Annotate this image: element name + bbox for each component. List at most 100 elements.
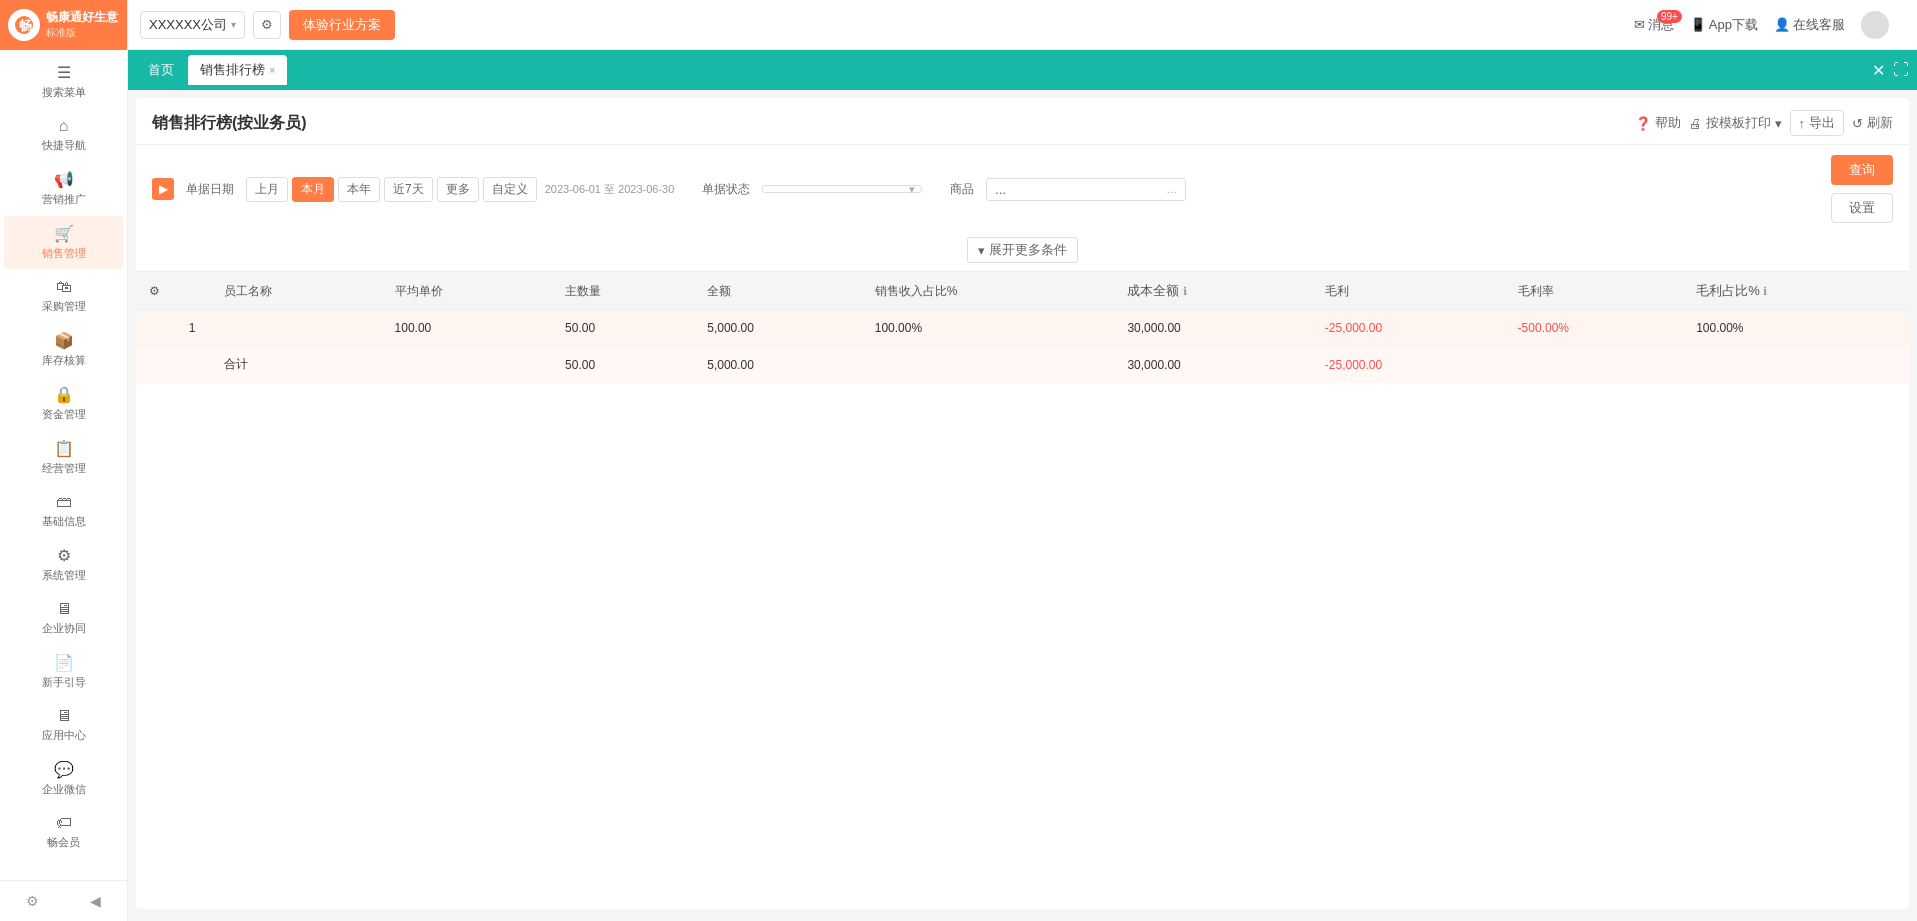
tabbar: 首页 销售排行榜 × ✕ ⛶ [128,50,1917,90]
settings-button[interactable]: 设置 [1831,193,1893,223]
sidebar-item-basic-info[interactable]: 🗃 基础信息 [4,485,123,537]
sidebar-item-label: 系统管理 [42,568,86,583]
summary-label: 合计 [212,346,383,384]
sidebar-item-app-center[interactable]: 🖥 应用中心 [4,699,123,751]
sidebar-item-label: 采购管理 [42,299,86,314]
goods-more-icon[interactable]: … [1166,183,1177,195]
sidebar-item-system[interactable]: ⚙ 系统管理 [4,538,123,591]
sidebar-item-operation[interactable]: 📋 经营管理 [4,431,123,484]
main-area: XXXXXX公司 ▾ ⚙ 体验行业方案 ✉ 消息 99+ 📱 App下载 👤 在… [128,0,1917,921]
online-service-btn[interactable]: 👤 在线客服 [1774,16,1845,34]
sidebar-item-finance[interactable]: 🔒 资金管理 [4,377,123,430]
marketing-icon: 📢 [54,170,74,189]
sidebar-item-member[interactable]: 🏷 畅会员 [4,806,123,858]
status-label: 单据状态 [702,181,750,198]
custom-date-btn[interactable]: 自定义 [483,177,537,202]
goods-input[interactable]: ... … [986,178,1186,201]
print-btn[interactable]: 🖨 按模板打印 ▾ [1689,114,1782,132]
tabbar-right: ✕ ⛶ [1872,61,1909,80]
cost-help-icon[interactable]: ℹ [1183,285,1187,297]
window-max-btn[interactable]: ⛶ [1893,61,1909,79]
refresh-btn[interactable]: ↺ 刷新 [1852,114,1893,132]
sidebar-item-purchase[interactable]: 🛍 采购管理 [4,270,123,322]
cell-rank: 1 [172,311,212,346]
service-icon: 👤 [1774,17,1790,32]
page-actions: ❓ 帮助 🖨 按模板打印 ▾ ↑ 导出 ↺ 刷新 [1635,110,1894,136]
sidebar-item-label: 企业协同 [42,621,86,636]
more-date-btn[interactable]: 更多 [437,177,479,202]
wechat-icon: 💬 [54,760,74,779]
tab-home[interactable]: 首页 [136,55,186,85]
expand-conditions-btn[interactable]: ▾ 展开更多条件 [967,237,1078,263]
this-year-btn[interactable]: 本年 [338,177,380,202]
table-header: ⚙ 员工名称 平均单价 主数量 全额 销售收入占比% 成本全额 ℹ 毛利 [136,272,1909,311]
this-month-btn[interactable]: 本月 [292,177,334,202]
topbar-settings-btn[interactable]: ⚙ [253,11,281,39]
sidebar-item-enterprise[interactable]: 🖥 企业协同 [4,592,123,644]
topbar-right: ✉ 消息 99+ 📱 App下载 👤 在线客服 [1634,11,1905,39]
filter-toggle-btn[interactable]: ▶ [152,178,174,200]
cell-amount: 5,000.00 [695,311,863,346]
summary-rank-cell [172,346,212,384]
sidebar-item-search-order[interactable]: ☰ 搜索菜单 [4,55,123,108]
sidebar-item-guide[interactable]: 📄 新手引导 [4,645,123,698]
table-row: 1 100.00 50.00 5,000.00 100.00% 30,000.0… [136,311,1909,346]
tab-home-label: 首页 [148,61,174,79]
guide-icon: 📄 [54,653,74,672]
summary-settings-cell [136,346,172,384]
page-inner: 销售排行榜(按业务员) ❓ 帮助 🖨 按模板打印 ▾ ↑ 导出 [136,98,1909,909]
content-area: 销售排行榜(按业务员) ❓ 帮助 🖨 按模板打印 ▾ ↑ 导出 [128,90,1917,921]
purchase-icon: 🛍 [56,278,72,296]
summary-gross-rate [1506,346,1685,384]
message-btn[interactable]: ✉ 消息 99+ [1634,16,1674,34]
sidebar-item-sales[interactable]: 🛒 销售管理 [4,216,123,269]
summary-sales-pct [863,346,1116,384]
sidebar-item-label: 库存核算 [42,353,86,368]
logo: 畅 畅康通好生意 标准版 [0,0,127,50]
status-select[interactable] [762,185,922,193]
sidebar-item-inventory[interactable]: 📦 库存核算 [4,323,123,376]
sidebar-item-marketing[interactable]: 📢 营销推广 [4,162,123,215]
gross-pct-help-icon[interactable]: ℹ [1763,285,1767,297]
sidebar-nav: ☰ 搜索菜单 ⌂ 快捷导航 📢 营销推广 🛒 销售管理 🛍 采购管理 📦 库存核… [0,50,127,880]
last-month-btn[interactable]: 上月 [246,177,288,202]
last7-btn[interactable]: 近7天 [384,177,433,202]
message-icon: ✉ [1634,17,1645,32]
tab-close-icon[interactable]: × [269,64,275,76]
help-icon: ❓ [1635,116,1651,131]
sidebar-item-wechat[interactable]: 💬 企业微信 [4,752,123,805]
window-close-btn[interactable]: ✕ [1872,61,1885,80]
logo-text: 畅康通好生意 [46,10,118,26]
sidebar-item-label: 基础信息 [42,514,86,529]
sidebar-item-quick-nav[interactable]: ⌂ 快捷导航 [4,109,123,161]
inventory-icon: 📦 [54,331,74,350]
col-settings[interactable]: ⚙ [136,272,172,311]
table-header-row: ⚙ 员工名称 平均单价 主数量 全额 销售收入占比% 成本全额 ℹ 毛利 [136,272,1909,311]
cell-name [212,311,383,346]
col-rank [172,272,212,311]
basic-info-icon: 🗃 [56,493,72,511]
sidebar-settings-btn[interactable]: ⚙ [18,889,47,913]
operation-icon: 📋 [54,439,74,458]
query-button[interactable]: 查询 [1831,155,1893,185]
sidebar-collapse-btn[interactable]: ◀ [82,889,109,913]
cell-gross: -25,000.00 [1313,311,1506,346]
sidebar: 畅 畅康通好生意 标准版 ☰ 搜索菜单 ⌂ 快捷导航 📢 营销推广 🛒 销售管理… [0,0,128,921]
export-btn[interactable]: ↑ 导出 [1790,110,1845,136]
sidebar-item-label: 资金管理 [42,407,86,422]
trial-button[interactable]: 体验行业方案 [289,10,395,40]
tab-sales-rank[interactable]: 销售排行榜 × [188,55,287,85]
avatar[interactable] [1861,11,1889,39]
help-btn[interactable]: ❓ 帮助 [1635,114,1681,132]
company-selector[interactable]: XXXXXX公司 ▾ [140,11,245,39]
summary-gross: -25,000.00 [1313,346,1506,384]
app-download-btn[interactable]: 📱 App下载 [1690,16,1758,34]
print-icon: 🖨 [1689,116,1702,131]
cell-cost: 30,000.00 [1115,311,1312,346]
system-icon: ⚙ [57,546,71,565]
finance-icon: 🔒 [54,385,74,404]
sales-icon: 🛒 [54,224,74,243]
table-body: 1 100.00 50.00 5,000.00 100.00% 30,000.0… [136,311,1909,346]
col-gross-rate: 毛利率 [1506,272,1685,311]
sidebar-item-label: 经营管理 [42,461,86,476]
